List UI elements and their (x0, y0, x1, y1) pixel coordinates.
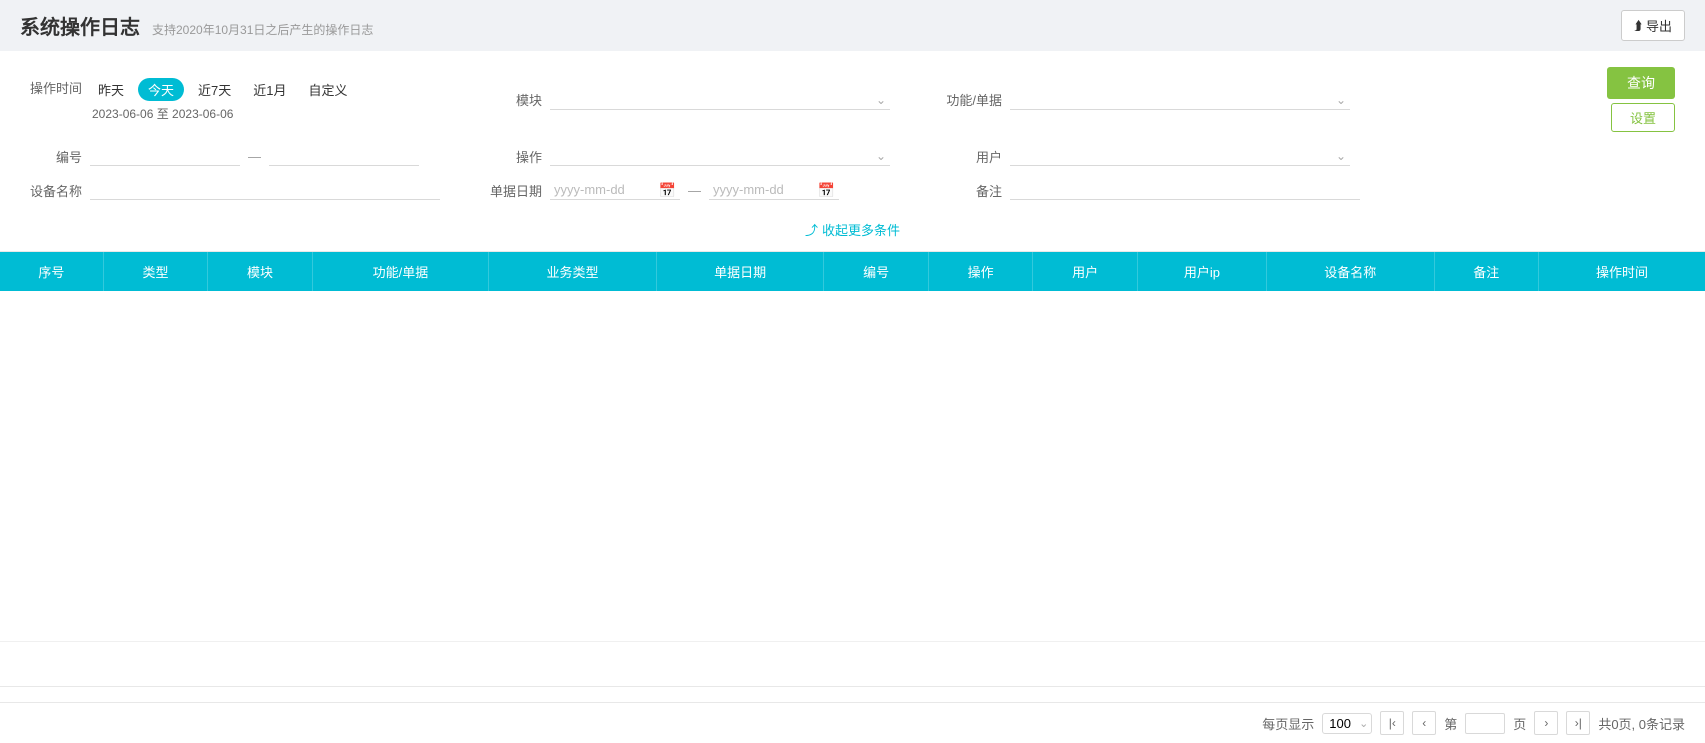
operation-select[interactable] (550, 146, 890, 166)
export-label: 导出 (1646, 16, 1672, 35)
device-input[interactable] (90, 180, 440, 200)
settings-button[interactable]: 设置 (1611, 103, 1675, 132)
number-from-input[interactable] (90, 146, 240, 166)
time-btn-yesterday[interactable]: 昨天 (90, 78, 132, 101)
operation-label: 操作 (480, 147, 550, 166)
filter-area: 操作时间 昨天 今天 近7天 近1月 自定义 2023-06-06 至 2023… (0, 51, 1705, 252)
number-col: 编号 — (20, 146, 480, 166)
module-col: 模块 ⌄ (480, 90, 940, 110)
prev-page-button[interactable]: ‹ (1412, 711, 1436, 735)
user-col: 用户 ⌄ (940, 146, 1400, 166)
number-to-input[interactable] (269, 146, 419, 166)
page-unit: 页 (1513, 714, 1526, 733)
module-select-wrap: ⌄ (550, 90, 890, 110)
operation-col: 操作 ⌄ (480, 146, 940, 166)
col-user-ip: 用户ip (1137, 252, 1266, 291)
query-button[interactable]: 查询 (1607, 67, 1675, 99)
function-select-wrap: ⌄ (1010, 90, 1350, 110)
function-col: 功能/单据 ⌄ (940, 90, 1400, 110)
time-range: 2023-06-06 至 2023-06-06 (90, 105, 356, 122)
doc-date-to-wrap: 📅 (709, 180, 839, 200)
calendar-from-icon[interactable]: 📅 (659, 182, 676, 199)
pagination-bar: 每页显示 10 20 50 100 ⌄ |‹ ‹ 第 1 页 › ›| 共0页,… (0, 702, 1705, 743)
col-biz-type: 业务类型 (489, 252, 657, 291)
user-select[interactable] (1010, 146, 1350, 166)
doc-date-dash: — (680, 183, 709, 198)
page-header: 系统操作日志 支持2020年10月31日之后产生的操作日志 ⮭ 导出 (0, 0, 1705, 51)
filter-row-3: 设备名称 单据日期 📅 — 📅 备注 (20, 180, 1685, 200)
number-label: 编号 (20, 147, 90, 166)
remark-col: 备注 (940, 180, 1400, 200)
doc-date-from-wrap: 📅 (550, 180, 680, 200)
header-left: 系统操作日志 支持2020年10月31日之后产生的操作日志 (20, 11, 373, 40)
table-head: 序号 类型 模块 功能/单据 业务类型 单据日期 编号 操作 用户 用户ip 设… (0, 252, 1705, 291)
scrollbar-inner (0, 687, 1705, 688)
col-remark: 备注 (1434, 252, 1538, 291)
time-filter-group: 昨天 今天 近7天 近1月 自定义 2023-06-06 至 2023-06-0… (90, 78, 356, 122)
col-module: 模块 (208, 252, 312, 291)
col-device: 设备名称 (1266, 252, 1434, 291)
device-col: 设备名称 (20, 180, 480, 200)
collapse-label: 收起更多条件 (822, 220, 900, 239)
page-number-input[interactable]: 1 (1465, 713, 1505, 734)
table-header-row: 序号 类型 模块 功能/单据 业务类型 单据日期 编号 操作 用户 用户ip 设… (0, 252, 1705, 291)
col-user: 用户 (1033, 252, 1137, 291)
time-btn-today[interactable]: 今天 (138, 78, 184, 101)
function-select[interactable] (1010, 90, 1350, 110)
data-table: 序号 类型 模块 功能/单据 业务类型 单据日期 编号 操作 用户 用户ip 设… (0, 252, 1705, 642)
page-label: 第 (1444, 714, 1457, 733)
page-subtitle: 支持2020年10月31日之后产生的操作日志 (152, 21, 373, 38)
time-btn-1month[interactable]: 近1月 (245, 78, 294, 101)
page-size-label: 每页显示 (1262, 714, 1314, 733)
table-section: 序号 类型 模块 功能/单据 业务类型 单据日期 编号 操作 用户 用户ip 设… (0, 252, 1705, 686)
filter-row-1: 操作时间 昨天 今天 近7天 近1月 自定义 2023-06-06 至 2023… (20, 67, 1685, 132)
module-select[interactable] (550, 90, 890, 110)
page-wrapper: 系统操作日志 支持2020年10月31日之后产生的操作日志 ⮭ 导出 操作时间 … (0, 0, 1705, 743)
time-filter-col: 操作时间 昨天 今天 近7天 近1月 自定义 2023-06-06 至 2023… (20, 78, 480, 122)
remark-label: 备注 (940, 181, 1010, 200)
page-size-wrap: 10 20 50 100 ⌄ (1322, 713, 1372, 734)
calendar-to-icon[interactable]: 📅 (818, 182, 835, 199)
table-body (0, 291, 1705, 641)
user-label: 用户 (940, 147, 1010, 166)
remark-input[interactable] (1010, 180, 1360, 200)
module-label: 模块 (480, 90, 550, 109)
col-type: 类型 (103, 252, 207, 291)
collapse-up-icon: ⤴ (805, 220, 818, 239)
time-btn-custom[interactable]: 自定义 (301, 78, 356, 101)
function-label: 功能/单据 (940, 90, 1010, 109)
time-label: 操作时间 (20, 78, 90, 97)
empty-row (0, 291, 1705, 641)
time-btn-7days[interactable]: 近7天 (190, 78, 239, 101)
col-operation: 操作 (928, 252, 1032, 291)
col-function: 功能/单据 (312, 252, 488, 291)
last-page-button[interactable]: ›| (1566, 711, 1590, 735)
horizontal-scrollbar[interactable] (0, 686, 1705, 702)
action-buttons: 查询 设置 (1400, 67, 1685, 132)
collapse-bar: ⤴ 收起更多条件 (20, 214, 1685, 241)
operation-select-wrap: ⌄ (550, 146, 890, 166)
page-size-select[interactable]: 10 20 50 100 (1322, 713, 1372, 734)
doc-date-label: 单据日期 (480, 181, 550, 200)
export-button[interactable]: ⮭ 导出 (1621, 10, 1685, 41)
time-buttons: 昨天 今天 近7天 近1月 自定义 (90, 78, 356, 101)
user-select-wrap: ⌄ (1010, 146, 1350, 166)
col-sequence: 序号 (0, 252, 103, 291)
filter-row-2: 编号 — 操作 ⌄ 用户 (20, 146, 1685, 166)
device-label: 设备名称 (20, 181, 90, 200)
first-page-button[interactable]: |‹ (1380, 711, 1404, 735)
page-title: 系统操作日志 (20, 11, 140, 40)
col-number: 编号 (824, 252, 928, 291)
number-dash: — (240, 149, 269, 164)
empty-cell (0, 291, 1705, 641)
next-page-button[interactable]: › (1534, 711, 1558, 735)
col-op-time: 操作时间 (1539, 252, 1705, 291)
export-icon: ⮭ (1634, 18, 1642, 34)
col-doc-date: 单据日期 (656, 252, 824, 291)
collapse-button[interactable]: ⤴ 收起更多条件 (805, 220, 900, 239)
doc-date-col: 单据日期 📅 — 📅 (480, 180, 940, 200)
total-label: 共0页, 0条记录 (1598, 714, 1685, 733)
